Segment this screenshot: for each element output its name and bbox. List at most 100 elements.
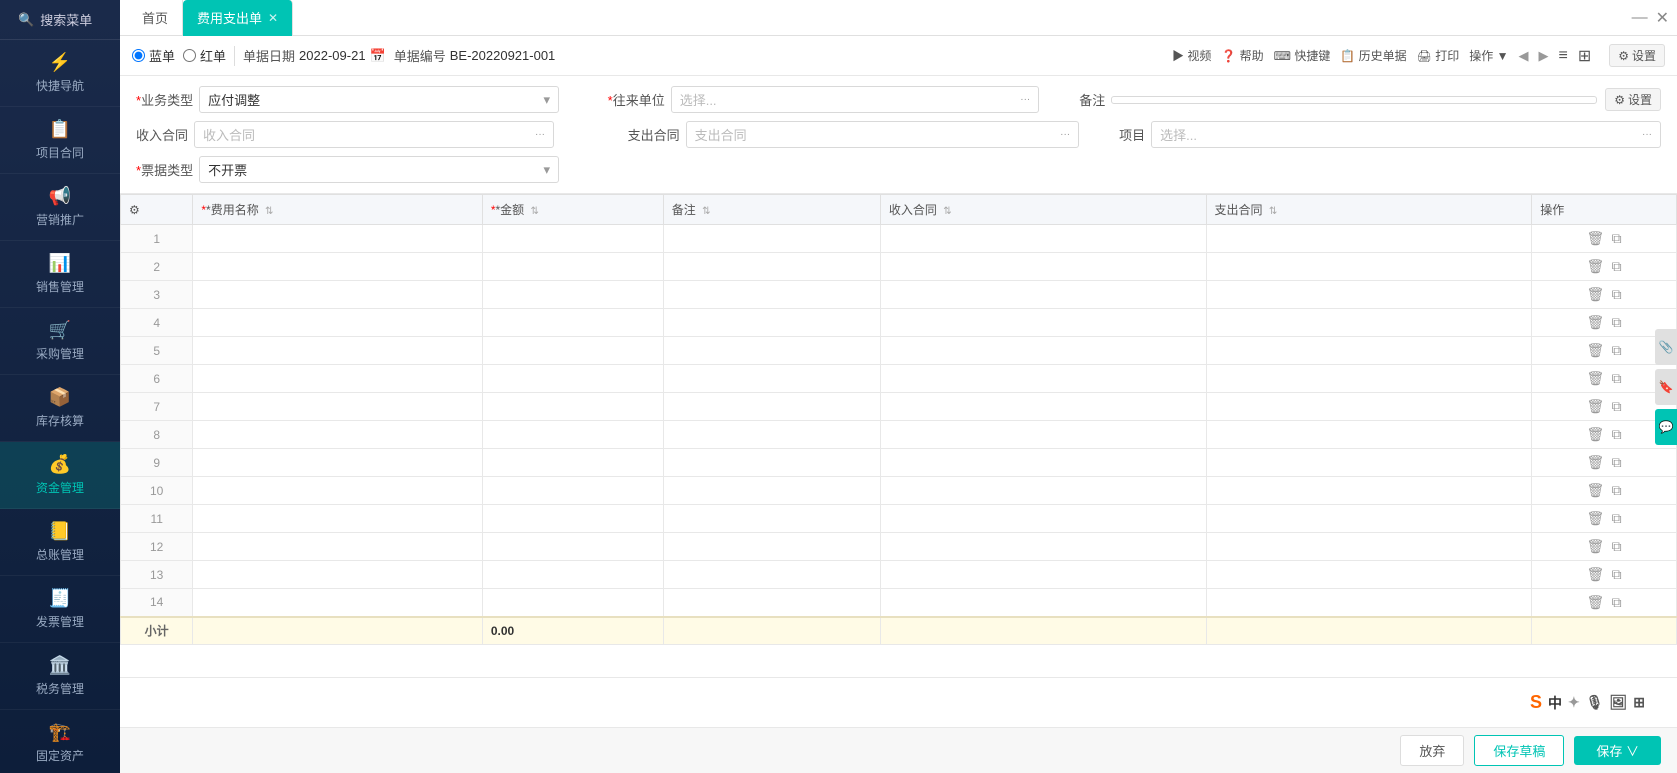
print-btn[interactable]: 🖨 打印 xyxy=(1417,47,1460,64)
row-expense-8[interactable] xyxy=(1206,421,1532,449)
row-name-6[interactable] xyxy=(193,365,482,393)
sidebar-item-quick-nav[interactable]: ⚡ 快捷导航 xyxy=(0,40,120,107)
row-income-8[interactable] xyxy=(880,421,1206,449)
video-btn[interactable]: ▶ 视频 xyxy=(1172,47,1211,64)
sidebar-item-project-contract[interactable]: 📋 项目合同 xyxy=(0,107,120,174)
sidebar-item-fixed-assets[interactable]: 🏗️ 固定资产 xyxy=(0,710,120,773)
row-note-2[interactable] xyxy=(663,253,880,281)
form-settings-button[interactable]: ⚙ 设置 xyxy=(1605,88,1661,111)
row-copy-14[interactable]: ⧉ xyxy=(1612,594,1622,610)
logo-img[interactable]: 🖼 xyxy=(1609,694,1627,711)
row-copy-7[interactable]: ⧉ xyxy=(1612,398,1622,414)
view-grid-btn[interactable]: ⊞ xyxy=(1578,46,1591,66)
row-expense-2[interactable] xyxy=(1206,253,1532,281)
row-income-6[interactable] xyxy=(880,365,1206,393)
project-input[interactable]: 选择... ··· xyxy=(1151,121,1661,148)
row-amount-10[interactable] xyxy=(482,477,663,505)
tab-expense-bill[interactable]: 费用支出单 ✕ xyxy=(183,0,293,36)
row-copy-5[interactable]: ⧉ xyxy=(1612,342,1622,358)
row-expense-4[interactable] xyxy=(1206,309,1532,337)
row-note-7[interactable] xyxy=(663,393,880,421)
row-note-6[interactable] xyxy=(663,365,880,393)
row-amount-5[interactable] xyxy=(482,337,663,365)
sidebar-item-marketing[interactable]: 📢 营销推广 xyxy=(0,174,120,241)
settings-button[interactable]: ⚙ 设置 xyxy=(1609,44,1665,67)
income-contract-input[interactable]: 收入合同 ··· xyxy=(194,121,554,148)
sidebar-search[interactable]: 🔍 搜索菜单 xyxy=(0,0,120,40)
row-income-10[interactable] xyxy=(880,477,1206,505)
row-delete-4[interactable]: 🗑 xyxy=(1587,314,1605,330)
logo-mic[interactable]: 🎙 xyxy=(1586,694,1604,711)
nav-prev-btn[interactable]: ◀ xyxy=(1518,48,1528,64)
row-amount-1[interactable] xyxy=(482,225,663,253)
sort-note-icon[interactable]: ⇅ xyxy=(702,206,710,217)
row-expense-7[interactable] xyxy=(1206,393,1532,421)
row-note-12[interactable] xyxy=(663,533,880,561)
counterpart-input[interactable]: 选择... ··· xyxy=(671,86,1040,113)
row-delete-7[interactable]: 🗑 xyxy=(1587,398,1605,414)
history-btn[interactable]: 📋 历史单据 xyxy=(1340,47,1406,64)
row-note-14[interactable] xyxy=(663,589,880,617)
row-expense-3[interactable] xyxy=(1206,281,1532,309)
shortcuts-btn[interactable]: ⌨ 快捷键 xyxy=(1274,47,1331,64)
row-name-12[interactable] xyxy=(193,533,482,561)
row-expense-6[interactable] xyxy=(1206,365,1532,393)
sidebar-item-purchase-mgmt[interactable]: 🛒 采购管理 xyxy=(0,308,120,375)
row-copy-8[interactable]: ⧉ xyxy=(1612,426,1622,442)
col-header-name[interactable]: **费用名称 ⇅ xyxy=(193,195,482,225)
row-delete-6[interactable]: 🗑 xyxy=(1587,370,1605,386)
col-header-income[interactable]: 收入合同 ⇅ xyxy=(880,195,1206,225)
sidebar-item-tax-mgmt[interactable]: 🏛️ 税务管理 xyxy=(0,643,120,710)
row-name-7[interactable] xyxy=(193,393,482,421)
side-chat-icon[interactable]: 💬 xyxy=(1655,409,1677,445)
row-note-13[interactable] xyxy=(663,561,880,589)
sidebar-item-inventory-check[interactable]: 📦 库存核算 xyxy=(0,375,120,442)
row-amount-13[interactable] xyxy=(482,561,663,589)
save-draft-button[interactable]: 保存草稿 xyxy=(1474,735,1564,766)
row-expense-9[interactable] xyxy=(1206,449,1532,477)
minimize-button[interactable]: — xyxy=(1632,9,1648,27)
note-input[interactable] xyxy=(1111,96,1597,104)
calendar-icon[interactable]: 📅 xyxy=(370,48,386,64)
row-note-4[interactable] xyxy=(663,309,880,337)
row-amount-3[interactable] xyxy=(482,281,663,309)
row-delete-11[interactable]: 🗑 xyxy=(1587,510,1605,526)
side-clip-icon[interactable]: 📎 xyxy=(1655,329,1677,365)
row-note-9[interactable] xyxy=(663,449,880,477)
row-copy-4[interactable]: ⧉ xyxy=(1612,314,1622,330)
row-copy-6[interactable]: ⧉ xyxy=(1612,370,1622,386)
row-expense-10[interactable] xyxy=(1206,477,1532,505)
row-note-8[interactable] xyxy=(663,421,880,449)
row-delete-14[interactable]: 🗑 xyxy=(1587,594,1605,610)
row-delete-2[interactable]: 🗑 xyxy=(1587,258,1605,274)
expense-contract-input[interactable]: 支出合同 ··· xyxy=(686,121,1080,148)
row-copy-9[interactable]: ⧉ xyxy=(1612,454,1622,470)
row-name-5[interactable] xyxy=(193,337,482,365)
row-expense-1[interactable] xyxy=(1206,225,1532,253)
sort-expense-icon[interactable]: ⇅ xyxy=(1269,206,1277,217)
row-income-14[interactable] xyxy=(880,589,1206,617)
side-bookmark-icon[interactable]: 🔖 xyxy=(1655,369,1677,405)
row-note-11[interactable] xyxy=(663,505,880,533)
row-income-9[interactable] xyxy=(880,449,1206,477)
row-name-8[interactable] xyxy=(193,421,482,449)
row-copy-13[interactable]: ⧉ xyxy=(1612,566,1622,582)
row-delete-1[interactable]: 🗑 xyxy=(1587,230,1605,246)
date-field-value[interactable]: 2022-09-21 xyxy=(299,48,366,63)
row-amount-4[interactable] xyxy=(482,309,663,337)
row-copy-1[interactable]: ⧉ xyxy=(1612,230,1622,246)
row-note-1[interactable] xyxy=(663,225,880,253)
row-name-11[interactable] xyxy=(193,505,482,533)
sidebar-item-invoice-mgmt[interactable]: 🧾 发票管理 xyxy=(0,576,120,643)
sidebar-item-ledger-mgmt[interactable]: 📒 总账管理 xyxy=(0,509,120,576)
row-name-2[interactable] xyxy=(193,253,482,281)
tab-close-button[interactable]: ✕ xyxy=(268,11,278,25)
row-copy-3[interactable]: ⧉ xyxy=(1612,286,1622,302)
row-note-5[interactable] xyxy=(663,337,880,365)
blue-radio[interactable]: 蓝单 xyxy=(132,46,175,65)
row-delete-10[interactable]: 🗑 xyxy=(1587,482,1605,498)
row-name-14[interactable] xyxy=(193,589,482,617)
sidebar-item-sales-mgmt[interactable]: 📊 销售管理 xyxy=(0,241,120,308)
row-amount-2[interactable] xyxy=(482,253,663,281)
col-header-amount[interactable]: **金额 ⇅ xyxy=(482,195,663,225)
